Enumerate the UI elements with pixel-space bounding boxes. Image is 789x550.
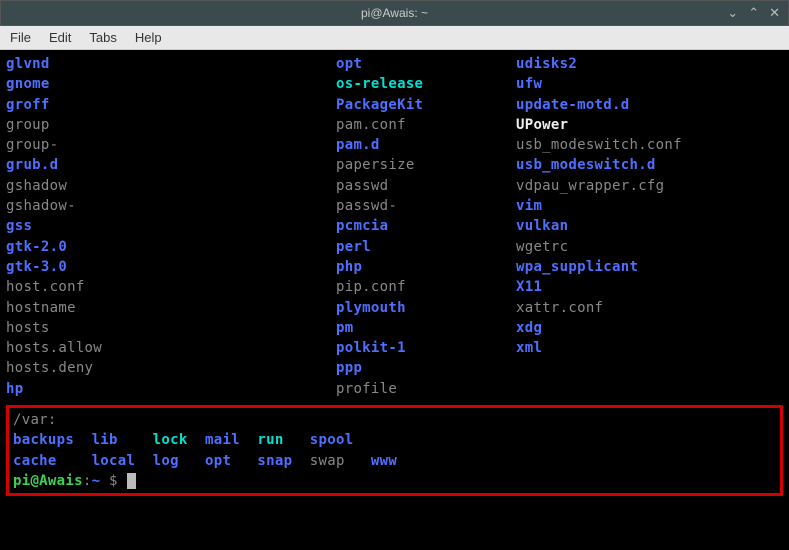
cursor	[127, 473, 136, 489]
listing-entry: gtk-3.0	[6, 257, 336, 277]
var-entry: www	[371, 453, 415, 469]
listing-entry: profile	[336, 379, 516, 399]
var-entry: lib	[92, 432, 153, 448]
listing-entry: gtk-2.0	[6, 237, 336, 257]
prompt-sep: :	[83, 473, 92, 489]
listing-entry: wpa_supplicant	[516, 257, 783, 277]
prompt-path: ~	[92, 473, 101, 489]
prompt-line[interactable]: pi@Awais:~ $	[13, 471, 776, 491]
menu-file[interactable]: File	[10, 30, 31, 45]
var-entry: snap	[257, 453, 309, 469]
maximize-button[interactable]: ⌃	[748, 5, 759, 21]
var-entry: cache	[13, 453, 92, 469]
window-titlebar: pi@Awais: ~ ⌄ ⌃ ✕	[0, 0, 789, 26]
listing-entry	[516, 358, 783, 378]
listing-entry: hosts.deny	[6, 358, 336, 378]
listing-entry: gnome	[6, 74, 336, 94]
directory-listing: glvndoptudisks2 gnomeos-releaseufw groffPa…	[6, 54, 783, 399]
listing-entry: xattr.conf	[516, 298, 783, 318]
listing-entry: hostname	[6, 298, 336, 318]
var-entry: backups	[13, 432, 92, 448]
menu-edit[interactable]: Edit	[49, 30, 71, 45]
listing-entry: plymouth	[336, 298, 516, 318]
listing-entry: X11	[516, 277, 783, 297]
minimize-button[interactable]: ⌄	[727, 5, 738, 21]
var-entry: spool	[310, 432, 371, 448]
var-section-header: /var:	[13, 410, 776, 430]
prompt-user-host: pi@Awais	[13, 473, 83, 489]
listing-entry: polkit-1	[336, 338, 516, 358]
var-row-1: backups lib lock mail run spool	[13, 430, 776, 450]
listing-entry: passwd	[336, 176, 516, 196]
listing-entry: pip.conf	[336, 277, 516, 297]
menu-help[interactable]: Help	[135, 30, 162, 45]
listing-entry: pm	[336, 318, 516, 338]
listing-entry: vulkan	[516, 216, 783, 236]
listing-entry: pam.d	[336, 135, 516, 155]
listing-entry: groff	[6, 95, 336, 115]
listing-entry: perl	[336, 237, 516, 257]
listing-entry: hosts.allow	[6, 338, 336, 358]
var-row-2: cache local log opt snap swap www	[13, 451, 776, 471]
listing-entry: group-	[6, 135, 336, 155]
highlight-box: /var: backups lib lock mail run spool ca…	[6, 405, 783, 496]
listing-entry: xdg	[516, 318, 783, 338]
var-entry: log	[153, 453, 205, 469]
listing-entry: group	[6, 115, 336, 135]
listing-entry: usb_modeswitch.d	[516, 155, 783, 175]
listing-entry: usb_modeswitch.conf	[516, 135, 783, 155]
listing-entry: host.conf	[6, 277, 336, 297]
close-button[interactable]: ✕	[769, 5, 780, 21]
listing-entry: PackageKit	[336, 95, 516, 115]
listing-entry: pcmcia	[336, 216, 516, 236]
terminal[interactable]: glvndoptudisks2gnomeos-releaseufwgroffPa…	[0, 50, 789, 550]
listing-entry: glvnd	[6, 54, 336, 74]
listing-entry: papersize	[336, 155, 516, 175]
listing-entry: ufw	[516, 74, 783, 94]
listing-entry: grub.d	[6, 155, 336, 175]
listing-entry: gss	[6, 216, 336, 236]
listing-entry: wgetrc	[516, 237, 783, 257]
window-controls: ⌄ ⌃ ✕	[727, 5, 780, 21]
listing-entry: gshadow-	[6, 196, 336, 216]
listing-entry: update-motd.d	[516, 95, 783, 115]
listing-entry: xml	[516, 338, 783, 358]
var-entry: run	[257, 432, 309, 448]
listing-entry: passwd-	[336, 196, 516, 216]
prompt-symbol: $	[100, 473, 126, 489]
window-title: pi@Awais: ~	[361, 6, 428, 20]
listing-entry: gshadow	[6, 176, 336, 196]
var-entry: opt	[205, 453, 257, 469]
listing-entry: vdpau_wrapper.cfg	[516, 176, 783, 196]
var-entry: local	[92, 453, 153, 469]
listing-entry: php	[336, 257, 516, 277]
menu-tabs[interactable]: Tabs	[89, 30, 116, 45]
listing-entry: os-release	[336, 74, 516, 94]
listing-entry: udisks2	[516, 54, 783, 74]
listing-entry: ppp	[336, 358, 516, 378]
listing-entry: hp	[6, 379, 336, 399]
menubar: File Edit Tabs Help	[0, 26, 789, 50]
listing-entry: opt	[336, 54, 516, 74]
var-entry: lock	[153, 432, 205, 448]
listing-entry: hosts	[6, 318, 336, 338]
listing-entry: UPower	[516, 115, 783, 135]
var-entry: mail	[205, 432, 257, 448]
listing-entry	[516, 379, 783, 399]
listing-entry: vim	[516, 196, 783, 216]
var-entry: swap	[310, 453, 371, 469]
listing-entry: pam.conf	[336, 115, 516, 135]
